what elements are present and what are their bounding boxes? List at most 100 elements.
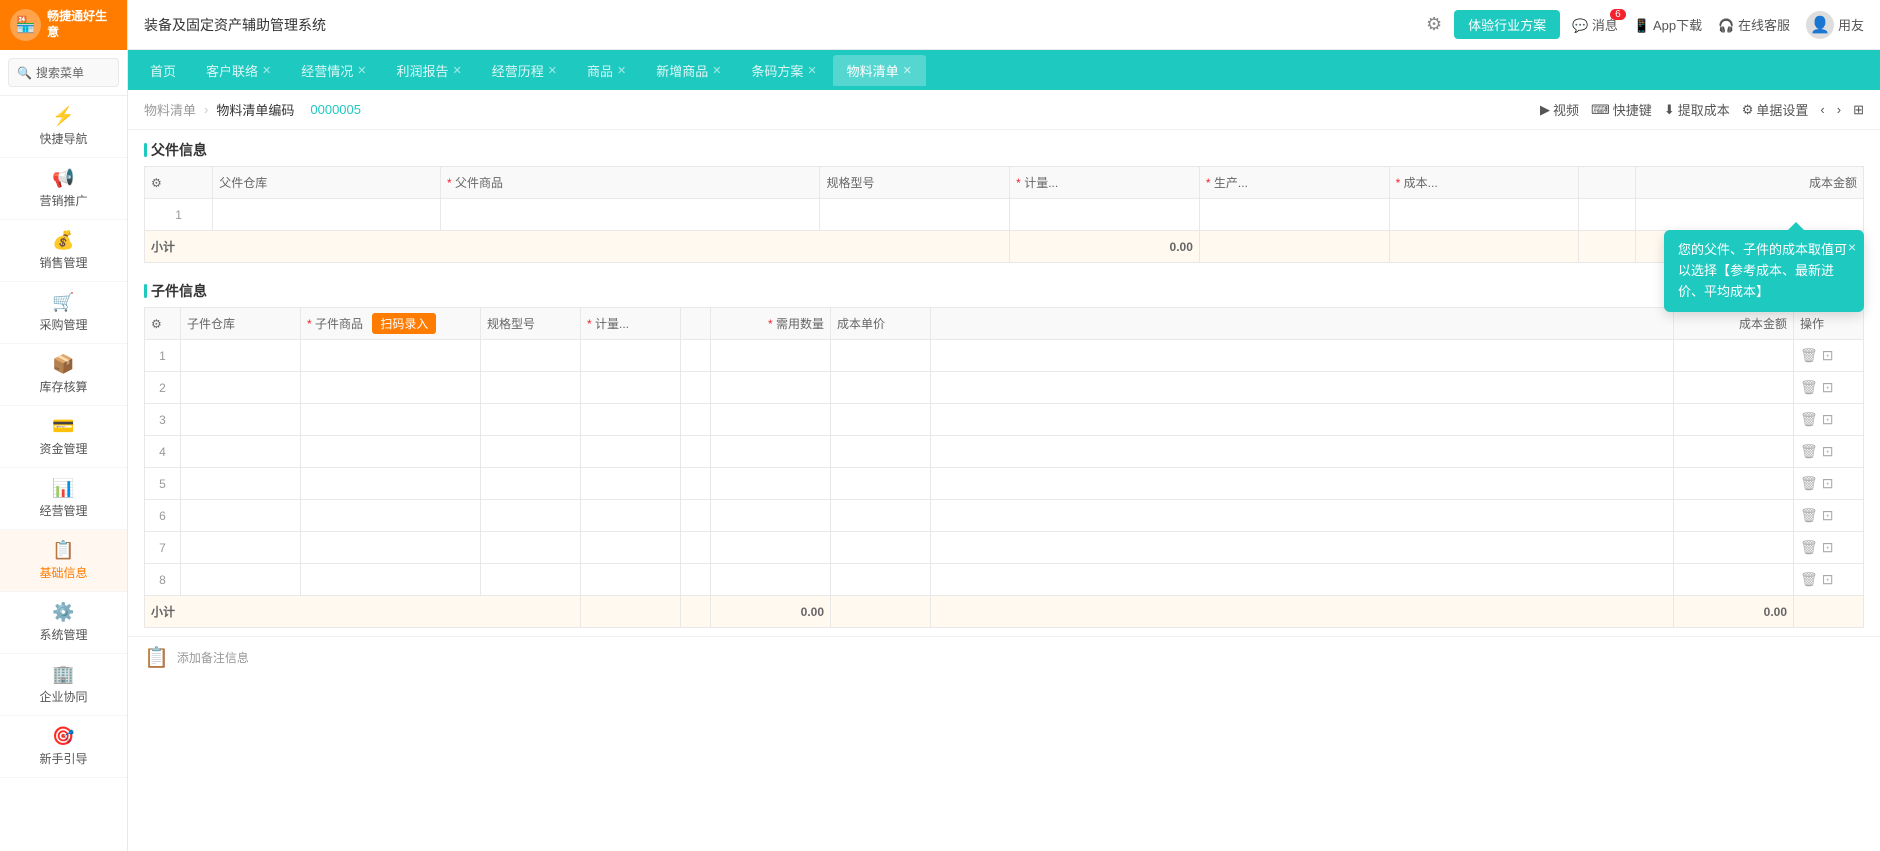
delete-icon[interactable]: 🗑 xyxy=(1800,411,1818,428)
sidebar-item-enterprise[interactable]: 🏢 企业协同 xyxy=(0,654,127,716)
grid-view-button[interactable]: ⊞ xyxy=(1853,102,1864,118)
copy-icon[interactable]: ⊡ xyxy=(1822,411,1834,428)
child-unit-cell[interactable] xyxy=(581,404,681,436)
tab-bom[interactable]: 物料清单 ✕ xyxy=(833,55,926,86)
shortcut-action[interactable]: ⌨ 快捷键 xyxy=(1591,100,1652,119)
child-goods-cell[interactable] xyxy=(301,468,481,500)
delete-icon[interactable]: 🗑 xyxy=(1800,571,1818,588)
sidebar-item-finance[interactable]: 💳 资金管理 xyxy=(0,406,127,468)
app-download-link[interactable]: 📱 App下载 xyxy=(1634,15,1702,34)
sidebar-item-system[interactable]: ⚙️ 系统管理 xyxy=(0,592,127,654)
delete-icon[interactable]: 🗑 xyxy=(1800,347,1818,364)
copy-icon[interactable]: ⊡ xyxy=(1822,539,1834,556)
message-badge[interactable]: 💬 消息 6 xyxy=(1572,15,1618,34)
tab-goods[interactable]: 商品 ✕ xyxy=(573,55,640,86)
tab-close-icon[interactable]: ✕ xyxy=(712,64,721,77)
tab-new-goods[interactable]: 新增商品 ✕ xyxy=(642,55,735,86)
tab-close-icon[interactable]: ✕ xyxy=(807,64,816,77)
sidebar-item-purchase[interactable]: 🛒 采购管理 xyxy=(0,282,127,344)
child-unit-cell[interactable] xyxy=(581,532,681,564)
tab-profit[interactable]: 利润报告 ✕ xyxy=(382,55,475,86)
child-spec-cell[interactable] xyxy=(481,500,581,532)
child-spec-cell[interactable] xyxy=(481,564,581,596)
child-spec-cell[interactable] xyxy=(481,436,581,468)
copy-icon[interactable]: ⊡ xyxy=(1822,571,1834,588)
settings-icon[interactable]: ⚙ xyxy=(1426,14,1442,35)
scan-input-button[interactable]: 扫码录入 xyxy=(372,313,436,334)
trial-button[interactable]: 体验行业方案 xyxy=(1454,10,1560,39)
sidebar-item-operation[interactable]: 📊 经营管理 xyxy=(0,468,127,530)
child-goods-cell[interactable] xyxy=(301,436,481,468)
child-goods-cell[interactable] xyxy=(301,564,481,596)
tab-business[interactable]: 经营情况 ✕ xyxy=(287,55,380,86)
extract-cost-action[interactable]: ⬇ 提取成本 xyxy=(1664,100,1730,119)
child-qty-cell[interactable] xyxy=(711,372,831,404)
delete-icon[interactable]: 🗑 xyxy=(1800,475,1818,492)
child-unit-price-cell[interactable] xyxy=(831,436,931,468)
delete-icon[interactable]: 🗑 xyxy=(1800,539,1818,556)
tab-close-icon[interactable]: ✕ xyxy=(548,64,557,77)
copy-icon[interactable]: ⊡ xyxy=(1822,379,1834,396)
notes-placeholder[interactable]: 添加备注信息 xyxy=(177,649,249,666)
tab-customers[interactable]: 客户联络 ✕ xyxy=(192,55,285,86)
parent-warehouse-cell[interactable] xyxy=(213,199,441,231)
breadcrumb-link[interactable]: 物料清单 xyxy=(144,100,196,119)
child-unit-cell[interactable] xyxy=(581,340,681,372)
copy-icon[interactable]: ⊡ xyxy=(1822,507,1834,524)
parent-cost-cell[interactable] xyxy=(1389,199,1579,231)
child-unit-price-cell[interactable] xyxy=(831,500,931,532)
tab-history[interactable]: 经营历程 ✕ xyxy=(478,55,571,86)
user-menu[interactable]: 👤 用友 xyxy=(1806,11,1864,39)
child-warehouse-cell[interactable] xyxy=(181,500,301,532)
child-qty-cell[interactable] xyxy=(711,532,831,564)
child-unit-cell[interactable] xyxy=(581,468,681,500)
child-unit-cell[interactable] xyxy=(581,564,681,596)
child-qty-cell[interactable] xyxy=(711,500,831,532)
child-unit-price-cell[interactable] xyxy=(831,340,931,372)
child-warehouse-cell[interactable] xyxy=(181,372,301,404)
sidebar-item-marketing[interactable]: 📢 营销推广 xyxy=(0,158,127,220)
sidebar-item-sales[interactable]: 💰 销售管理 xyxy=(0,220,127,282)
child-unit-price-cell[interactable] xyxy=(831,564,931,596)
search-menu-button[interactable]: 🔍 搜索菜单 xyxy=(8,58,119,87)
parent-goods-cell[interactable] xyxy=(440,199,819,231)
sidebar-item-guide[interactable]: 🎯 新手引导 xyxy=(0,716,127,778)
tab-close-icon[interactable]: ✕ xyxy=(453,64,462,77)
child-goods-cell[interactable] xyxy=(301,372,481,404)
child-qty-cell[interactable] xyxy=(711,340,831,372)
child-warehouse-cell[interactable] xyxy=(181,468,301,500)
view-action[interactable]: ▶ 视频 xyxy=(1540,100,1579,119)
child-settings-col[interactable]: ⚙ xyxy=(145,308,181,340)
sidebar-item-basic[interactable]: 📋 基础信息 xyxy=(0,530,127,592)
delete-icon[interactable]: 🗑 xyxy=(1800,507,1818,524)
single-settings-action[interactable]: ⚙ 单据设置 xyxy=(1742,100,1809,119)
child-qty-cell[interactable] xyxy=(711,404,831,436)
child-unit-cell[interactable] xyxy=(581,500,681,532)
child-warehouse-cell[interactable] xyxy=(181,340,301,372)
tab-close-icon[interactable]: ✕ xyxy=(617,64,626,77)
child-goods-cell[interactable] xyxy=(301,404,481,436)
tab-home[interactable]: 首页 xyxy=(136,55,190,86)
child-qty-cell[interactable] xyxy=(711,436,831,468)
child-unit-price-cell[interactable] xyxy=(831,532,931,564)
tab-close-icon[interactable]: ✕ xyxy=(903,64,912,77)
nav-prev-button[interactable]: ‹ xyxy=(1820,102,1824,117)
child-warehouse-cell[interactable] xyxy=(181,404,301,436)
child-spec-cell[interactable] xyxy=(481,372,581,404)
child-goods-cell[interactable] xyxy=(301,532,481,564)
child-unit-price-cell[interactable] xyxy=(831,372,931,404)
child-warehouse-cell[interactable] xyxy=(181,436,301,468)
tab-barcode[interactable]: 条码方案 ✕ xyxy=(737,55,830,86)
child-qty-cell[interactable] xyxy=(711,564,831,596)
nav-next-button[interactable]: › xyxy=(1837,102,1841,117)
parent-spec-cell[interactable] xyxy=(820,199,1010,231)
child-warehouse-cell[interactable] xyxy=(181,532,301,564)
parent-unit-cell[interactable] xyxy=(1010,199,1200,231)
online-service-link[interactable]: 🎧 在线客服 xyxy=(1718,15,1790,34)
delete-icon[interactable]: 🗑 xyxy=(1800,443,1818,460)
delete-icon[interactable]: 🗑 xyxy=(1800,379,1818,396)
settings-col-header[interactable]: ⚙ xyxy=(145,167,213,199)
child-unit-cell[interactable] xyxy=(581,372,681,404)
child-goods-cell[interactable] xyxy=(301,340,481,372)
tab-close-icon[interactable]: ✕ xyxy=(262,64,271,77)
